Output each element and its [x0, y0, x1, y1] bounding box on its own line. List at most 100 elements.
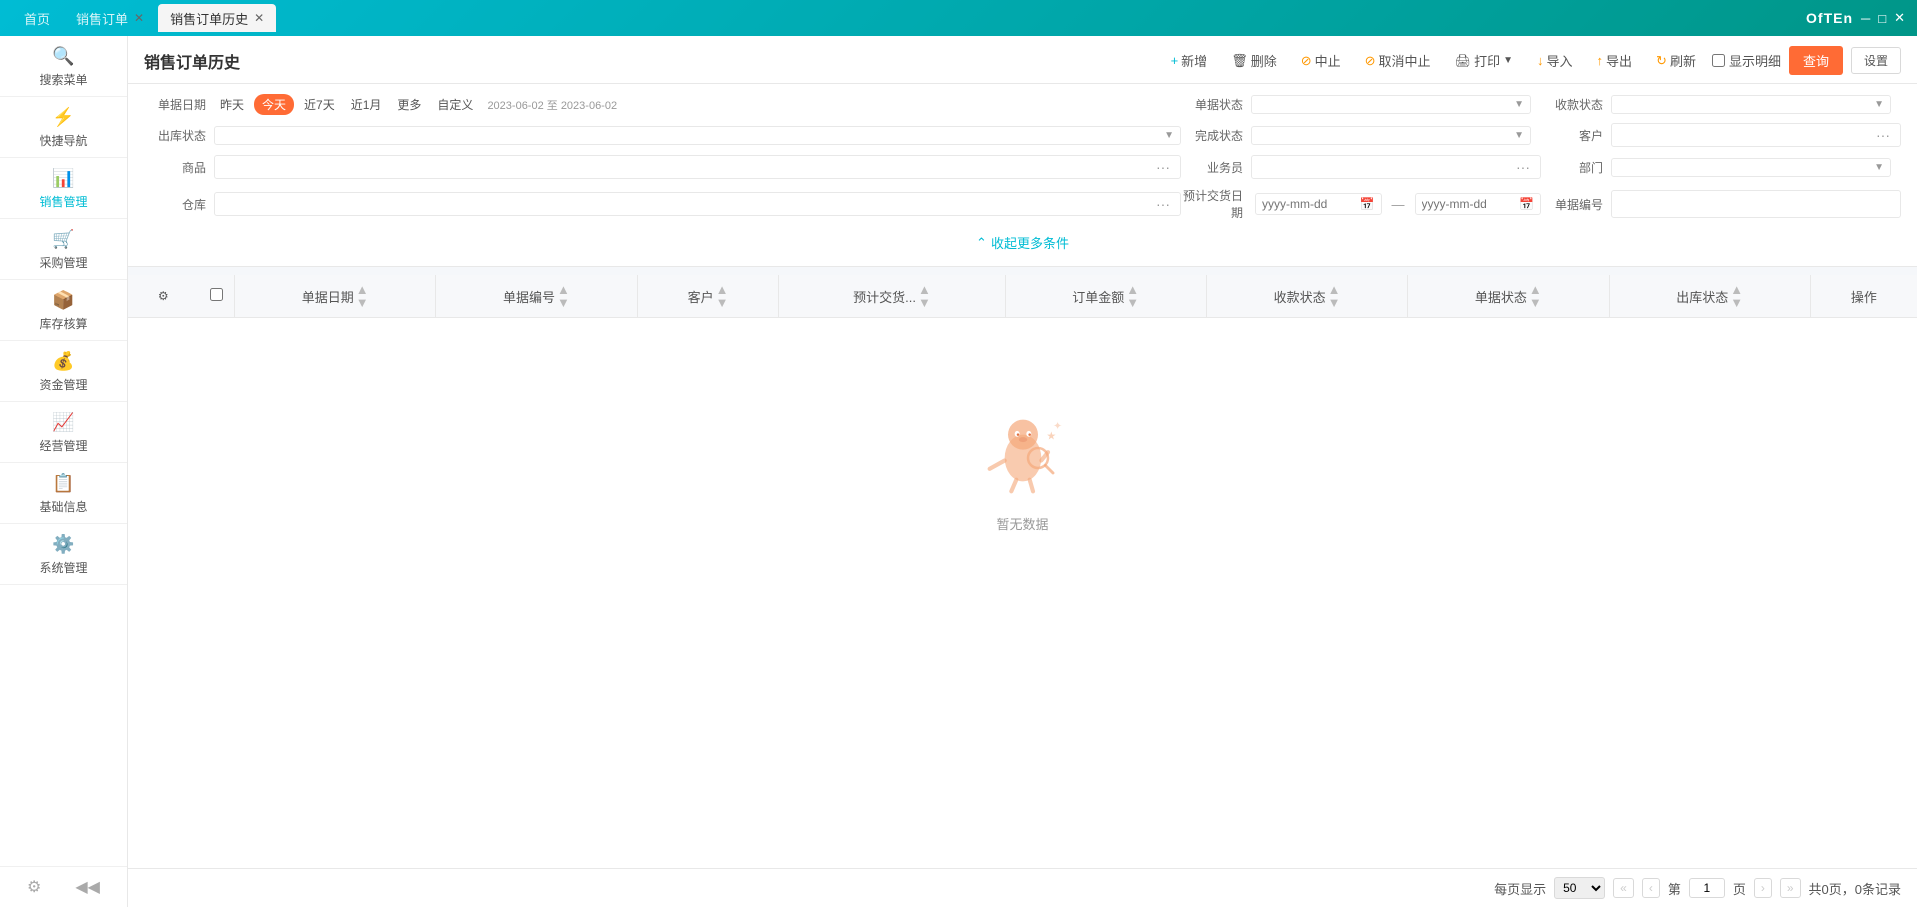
page-size-label: 每页显示 — [1494, 879, 1546, 898]
col-order-no-label: 单据编号 — [503, 287, 555, 306]
date-btn-more[interactable]: 更多 — [391, 94, 427, 115]
sidebar-item-sys-mgmt[interactable]: ⚙️ 系统管理 — [0, 524, 127, 585]
date-btn-1month[interactable]: 近1月 — [345, 94, 388, 115]
col-warehouse-status[interactable]: 出库状态 ▲▼ — [1609, 275, 1810, 318]
status-select[interactable]: ▼ — [1251, 95, 1531, 114]
sidebar-settings-icon[interactable]: ⚙ — [27, 877, 41, 897]
sidebar-collapse-icon[interactable]: ◀◀ — [75, 877, 100, 897]
sidebar-item-sales-mgmt[interactable]: 📊 销售管理 — [0, 158, 127, 219]
completion-status-select[interactable]: ▼ — [1251, 126, 1531, 145]
basic-info-icon: 📋 — [52, 473, 74, 494]
col-order-no-sort: ▲▼ — [557, 283, 570, 309]
sidebar-item-finance[interactable]: 💰 资金管理 — [0, 341, 127, 402]
col-amount[interactable]: 订单金额 ▲▼ — [1005, 275, 1206, 318]
window-minimize[interactable]: ─ — [1861, 11, 1870, 26]
sidebar-item-inventory[interactable]: 📦 库存核算 — [0, 280, 127, 341]
col-amount-label: 订单金额 — [1072, 287, 1124, 306]
date-btn-custom[interactable]: 自定义 — [431, 94, 479, 115]
print-button[interactable]: 🖨 打印 ▼ — [1447, 47, 1521, 74]
last-page-btn[interactable]: » — [1780, 878, 1801, 898]
next-page-btn[interactable]: › — [1754, 878, 1772, 898]
col-delivery-sort: ▲▼ — [918, 283, 931, 309]
sidebar-item-quick-nav[interactable]: ⚡ 快捷导航 — [0, 97, 127, 158]
salesperson-dots-btn[interactable]: ··· — [1512, 159, 1534, 175]
refresh-button[interactable]: ↻ 刷新 — [1648, 47, 1704, 74]
import-icon: ↓ — [1537, 53, 1544, 68]
table-body: ★ ✦ 暂无数据 — [128, 318, 1917, 614]
window-maximize[interactable]: □ — [1878, 11, 1886, 26]
new-button[interactable]: + 新增 — [1163, 47, 1216, 74]
sidebar-item-basic-info[interactable]: 📋 基础信息 — [0, 463, 127, 524]
stop-button[interactable]: ⊘ 中止 — [1293, 47, 1349, 74]
sidebar-item-operations[interactable]: 📈 经营管理 — [0, 402, 127, 463]
date-btn-today[interactable]: 今天 — [254, 94, 294, 115]
settings-button[interactable]: 设置 — [1851, 47, 1901, 74]
filter-row-4: 仓库 ··· 预计交货日期 📅 — 📅 — [144, 187, 1901, 221]
cancel-stop-button[interactable]: ⊘ 取消中止 — [1357, 47, 1439, 74]
query-button[interactable]: 查询 — [1789, 46, 1843, 75]
col-payment-status[interactable]: 收款状态 ▲▼ — [1206, 275, 1407, 318]
table-settings-col[interactable]: ⚙ — [128, 275, 198, 318]
sidebar-item-purchase-mgmt[interactable]: 🛒 采购管理 — [0, 219, 127, 280]
warehouse-dots-btn[interactable]: ··· — [1152, 196, 1174, 212]
tab-sales-order-history[interactable]: 销售订单历史 ✕ — [158, 4, 276, 32]
warehouse-status-select[interactable]: ▼ — [214, 126, 1181, 145]
export-label: 导出 — [1606, 51, 1632, 70]
print-icon: 🖨 — [1455, 53, 1472, 69]
col-expected-delivery-label: 预计交货... — [853, 287, 916, 306]
delivery-date-from[interactable]: 📅 — [1255, 193, 1382, 215]
main-layout: 🔍 搜索菜单 ⚡ 快捷导航 📊 销售管理 🛒 采购管理 📦 库存核算 💰 资金管… — [0, 36, 1917, 907]
inventory-icon: 📦 — [52, 290, 74, 311]
col-amount-sort: ▲▼ — [1126, 283, 1139, 309]
col-date[interactable]: 单据日期 ▲▼ — [234, 275, 435, 318]
col-payment-sort: ▲▼ — [1328, 283, 1341, 309]
first-page-btn[interactable]: « — [1613, 878, 1634, 898]
customer-dots-btn[interactable]: ··· — [1872, 127, 1894, 143]
date-btn-7days[interactable]: 近7天 — [298, 94, 341, 115]
calendar-from-icon[interactable]: 📅 — [1360, 197, 1375, 211]
window-close[interactable]: ✕ — [1894, 10, 1905, 26]
filter-row-1: 单据日期 昨天 今天 近7天 近1月 更多 自定义 2023-06-02 至 2… — [144, 94, 1901, 115]
payment-status-label: 收款状态 — [1541, 96, 1611, 113]
order-number-label: 单据编号 — [1541, 196, 1611, 213]
col-order-no[interactable]: 单据编号 ▲▼ — [436, 275, 637, 318]
col-date-label: 单据日期 — [302, 287, 354, 306]
page-number-input[interactable] — [1689, 878, 1725, 898]
display-detail-input[interactable] — [1712, 54, 1725, 67]
col-customer-sort: ▲▼ — [716, 283, 729, 309]
tab-sales-order-history-close[interactable]: ✕ — [254, 11, 264, 25]
import-button[interactable]: ↓ 导入 — [1529, 47, 1581, 74]
display-detail-checkbox[interactable]: 显示明细 — [1712, 51, 1781, 70]
delete-button[interactable]: 🗑 删除 — [1223, 47, 1285, 74]
customer-label: 客户 — [1541, 127, 1611, 144]
delivery-date-to-input[interactable] — [1422, 197, 1520, 211]
delivery-date-from-input[interactable] — [1262, 197, 1360, 211]
goods-dots-btn[interactable]: ··· — [1152, 159, 1174, 175]
calendar-to-icon[interactable]: 📅 — [1519, 197, 1534, 211]
col-expected-delivery[interactable]: 预计交货... ▲▼ — [779, 275, 1005, 318]
dept-select[interactable]: ▼ — [1611, 158, 1891, 177]
date-btn-yesterday[interactable]: 昨天 — [214, 94, 250, 115]
col-order-status-sort: ▲▼ — [1529, 283, 1542, 309]
tab-sales-order-close[interactable]: ✕ — [134, 11, 144, 25]
tab-home[interactable]: 首页 — [12, 4, 62, 32]
select-all-checkbox[interactable] — [210, 288, 223, 301]
export-button[interactable]: ↑ 导出 — [1589, 47, 1641, 74]
prev-page-btn[interactable]: ‹ — [1642, 878, 1660, 898]
col-warehouse-status-label: 出库状态 — [1676, 287, 1728, 306]
col-order-status[interactable]: 单据状态 ▲▼ — [1408, 275, 1609, 318]
collapse-icon: ⌃ — [976, 235, 987, 251]
import-label: 导入 — [1547, 51, 1573, 70]
page-size-select[interactable]: 20 50 100 — [1554, 877, 1605, 899]
sidebar-item-search-menu[interactable]: 🔍 搜索菜单 — [0, 36, 127, 97]
delivery-date-to[interactable]: 📅 — [1415, 193, 1542, 215]
page-suffix: 页 — [1733, 879, 1746, 898]
collapse-btn[interactable]: ⌃ 收起更多条件 — [144, 229, 1901, 256]
warehouse-status-label: 出库状态 — [144, 127, 214, 144]
col-customer[interactable]: 客户 ▲▼ — [637, 275, 779, 318]
page-header: 销售订单历史 + 新增 🗑 删除 ⊘ 中止 ⊘ 取消中止 — [128, 36, 1917, 84]
sales-mgmt-icon: 📊 — [52, 168, 74, 189]
date-filter-field: 昨天 今天 近7天 近1月 更多 自定义 2023-06-02 至 2023-0… — [214, 94, 1181, 115]
tab-sales-order[interactable]: 销售订单 ✕ — [64, 4, 156, 32]
payment-status-select[interactable]: ▼ — [1611, 95, 1891, 114]
